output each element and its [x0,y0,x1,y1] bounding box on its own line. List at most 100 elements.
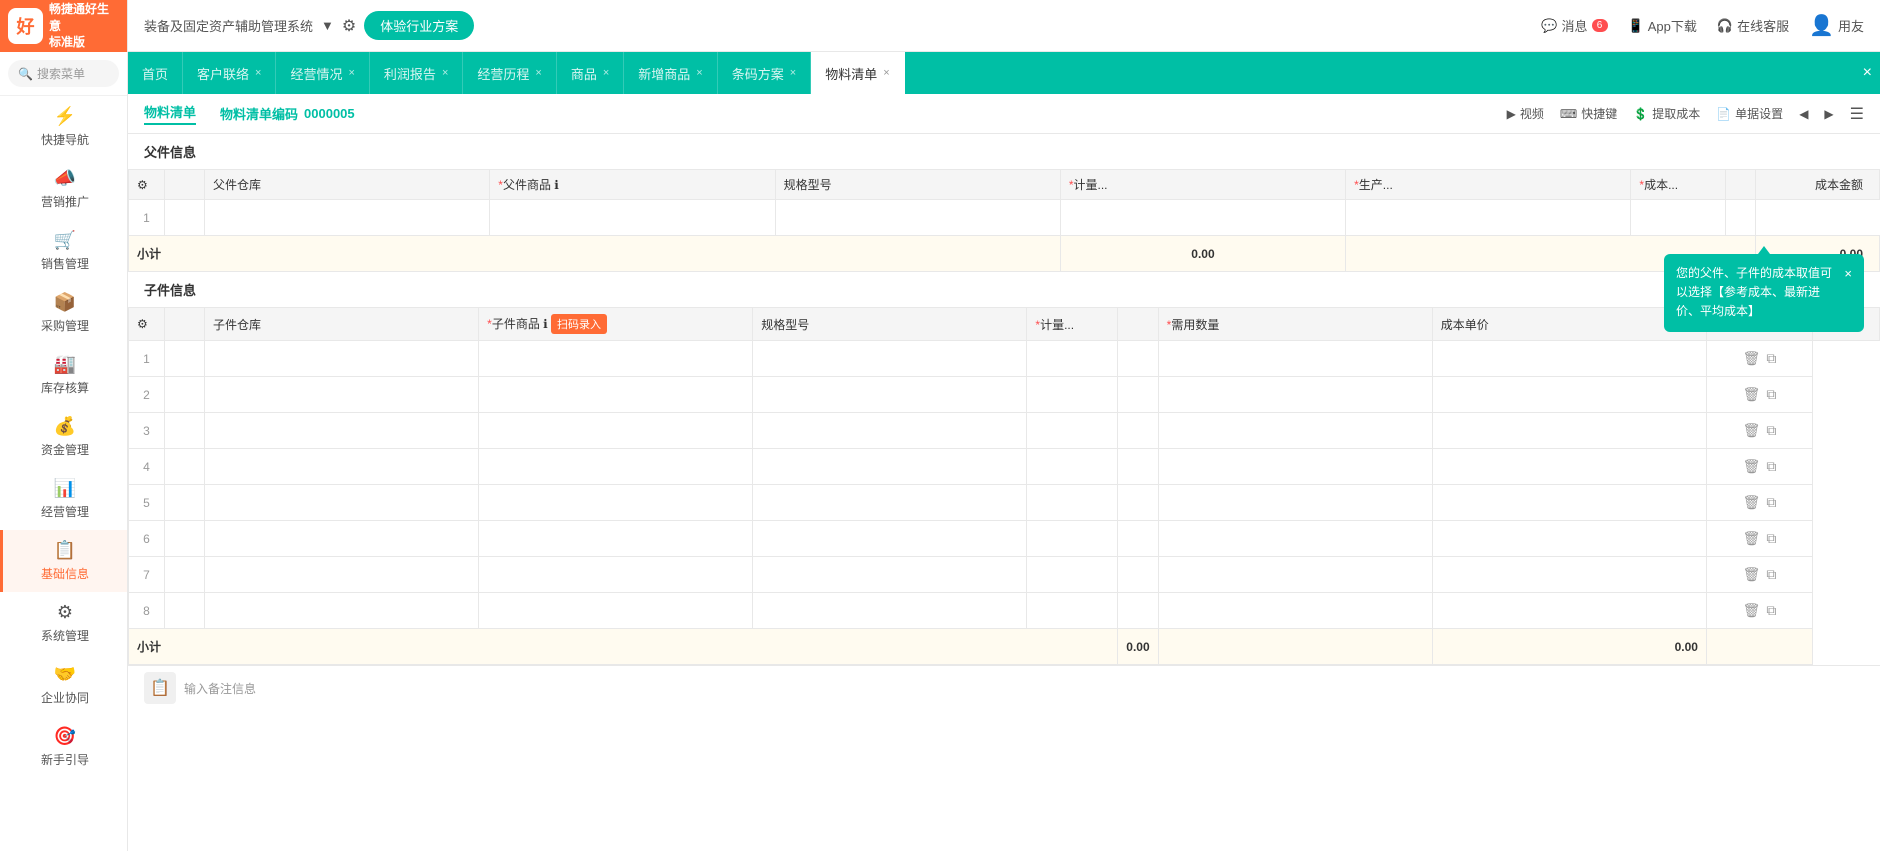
child-product-input-7[interactable] [205,557,478,592]
parent-row-1-production[interactable] [1060,200,1345,236]
tab-bar-end[interactable]: × [1855,52,1880,94]
child-quantity-input-3[interactable] [1118,413,1157,448]
parent-spec-input-1[interactable] [490,200,774,235]
child-spec-input-4[interactable] [479,449,752,484]
child-product-input-5[interactable] [205,485,478,520]
copy-icon-7[interactable]: ⧉ [1766,566,1776,583]
child-spec-input-2[interactable] [479,377,752,412]
sidebar-item-system[interactable]: ⚙ 系统管理 [0,592,127,654]
child-warehouse-input-6[interactable] [165,521,204,556]
tab-close-profit[interactable]: × [442,67,448,79]
tab-new-product[interactable]: 新增商品 × [624,52,717,94]
child-unit-price-input-6[interactable] [1159,521,1432,556]
system-title-chevron[interactable]: ▼ [321,18,334,33]
view-button[interactable]: ▶ 视频 [1507,105,1544,122]
single-setting-button[interactable]: 📄 单据设置 [1716,105,1783,122]
parent-product-input-1[interactable] [205,200,489,235]
parent-row-1-warehouse[interactable] [165,200,205,236]
tab-close-product[interactable]: × [603,67,609,79]
child-cost-amount-input-3[interactable] [1433,413,1706,448]
child-unit-input-4[interactable] [753,449,1026,484]
child-unit-price-input-3[interactable] [1159,413,1432,448]
tab-close-barcode[interactable]: × [790,67,796,79]
delete-icon-5[interactable]: 🗑 [1743,494,1761,511]
tab-close-history[interactable]: × [535,67,541,79]
tab-close-operations[interactable]: × [348,67,354,79]
parent-cost-amount-input-1[interactable] [1726,200,1755,235]
child-quantity-input-1[interactable] [1118,341,1157,376]
child-cost-amount-input-8[interactable] [1433,593,1706,628]
child-cost-amount-input-1[interactable] [1433,341,1706,376]
parent-unit-input-1[interactable] [776,200,1060,235]
delete-icon-8[interactable]: 🗑 [1743,602,1761,619]
tab-customer[interactable]: 客户联络 × [183,52,276,94]
child-cost-amount-input-4[interactable] [1433,449,1706,484]
tab-close-customer[interactable]: × [255,67,261,79]
parent-warehouse-input-1[interactable] [165,200,204,235]
child-row-1-unit-price[interactable] [1158,341,1432,377]
child-quantity-input-8[interactable] [1118,593,1157,628]
delete-icon-1[interactable]: 🗑 [1743,350,1761,367]
delete-icon-7[interactable]: 🗑 [1743,566,1761,583]
copy-icon-1[interactable]: ⧉ [1766,350,1776,367]
sidebar-item-finance[interactable]: 💰 资金管理 [0,406,127,468]
copy-icon-6[interactable]: ⧉ [1766,530,1776,547]
child-unit-price-input-7[interactable] [1159,557,1432,592]
child-unit-input-6[interactable] [753,521,1026,556]
delete-icon-3[interactable]: 🗑 [1743,422,1761,439]
tooltip-close-button[interactable]: × [1844,264,1852,285]
bottom-icon[interactable]: 📋 [144,672,176,704]
child-product-input-6[interactable] [205,521,478,556]
child-spec-input-5[interactable] [479,485,752,520]
child-row-1-spec[interactable] [479,341,753,377]
tab-close-new-product[interactable]: × [696,67,702,79]
child-unit-input-2[interactable] [753,377,1026,412]
child-cost-amount-input-6[interactable] [1433,521,1706,556]
sidebar-item-purchase[interactable]: 📦 采购管理 [0,282,127,344]
child-row-1-unit[interactable] [753,341,1027,377]
child-warehouse-input-2[interactable] [165,377,204,412]
sub-nav-bom[interactable]: 物料清单 [144,102,196,125]
child-product-input-1[interactable] [205,341,478,376]
sidebar-item-marketing[interactable]: 📣 营销推广 [0,158,127,220]
parent-row-1-unit[interactable] [775,200,1060,236]
child-product-input-2[interactable] [205,377,478,412]
parent-row-1-product[interactable] [205,200,490,236]
child-product-input-8[interactable] [205,593,478,628]
child-spec-input-3[interactable] [479,413,752,448]
child-quantity-input-5[interactable] [1118,485,1157,520]
child-warehouse-input-8[interactable] [165,593,204,628]
child-unit-price-input-2[interactable] [1159,377,1432,412]
message-item[interactable]: 💬 消息 6 [1541,16,1607,35]
online-service-item[interactable]: 🎧 在线客服 [1717,16,1789,35]
tab-close-bom[interactable]: × [883,67,889,79]
delete-icon-4[interactable]: 🗑 [1743,458,1761,475]
parent-row-1-cost-amount[interactable] [1725,200,1755,236]
child-row-1-quantity[interactable] [1118,341,1158,377]
child-unit-input-7[interactable] [753,557,1026,592]
child-warehouse-input-3[interactable] [165,413,204,448]
sidebar-item-sales[interactable]: 🛒 销售管理 [0,220,127,282]
child-unit-input-5[interactable] [753,485,1026,520]
child-warehouse-input-1[interactable] [165,341,204,376]
child-quantity-input-6[interactable] [1118,521,1157,556]
app-download-item[interactable]: 📱 App下载 [1628,16,1697,35]
search-menu-button[interactable]: 🔍 搜索菜单 [8,60,119,87]
parent-row-1-cost[interactable] [1346,200,1631,236]
child-quantity-input-4[interactable] [1118,449,1157,484]
settings-icon[interactable]: ⚙ [342,16,356,36]
tab-operations[interactable]: 经营情况 × [276,52,369,94]
child-cost-amount-input-7[interactable] [1433,557,1706,592]
sidebar-item-enterprise[interactable]: 🤝 企业协同 [0,654,127,716]
sidebar-item-quick-nav[interactable]: ⚡ 快捷导航 [0,96,127,158]
menu-icon[interactable]: ☰ [1850,104,1864,124]
child-unit-input-8[interactable] [753,593,1026,628]
trial-button[interactable]: 体验行业方案 [364,11,474,40]
tab-home[interactable]: 首页 [128,52,183,94]
sidebar-search[interactable]: 🔍 搜索菜单 [0,52,127,96]
tab-product[interactable]: 商品 × [557,52,624,94]
sidebar-item-basic-info[interactable]: 📋 基础信息 [0,530,127,592]
child-unit-price-input-1[interactable] [1159,341,1432,376]
tab-bom[interactable]: 物料清单 × [811,52,904,94]
child-spec-input-6[interactable] [479,521,752,556]
